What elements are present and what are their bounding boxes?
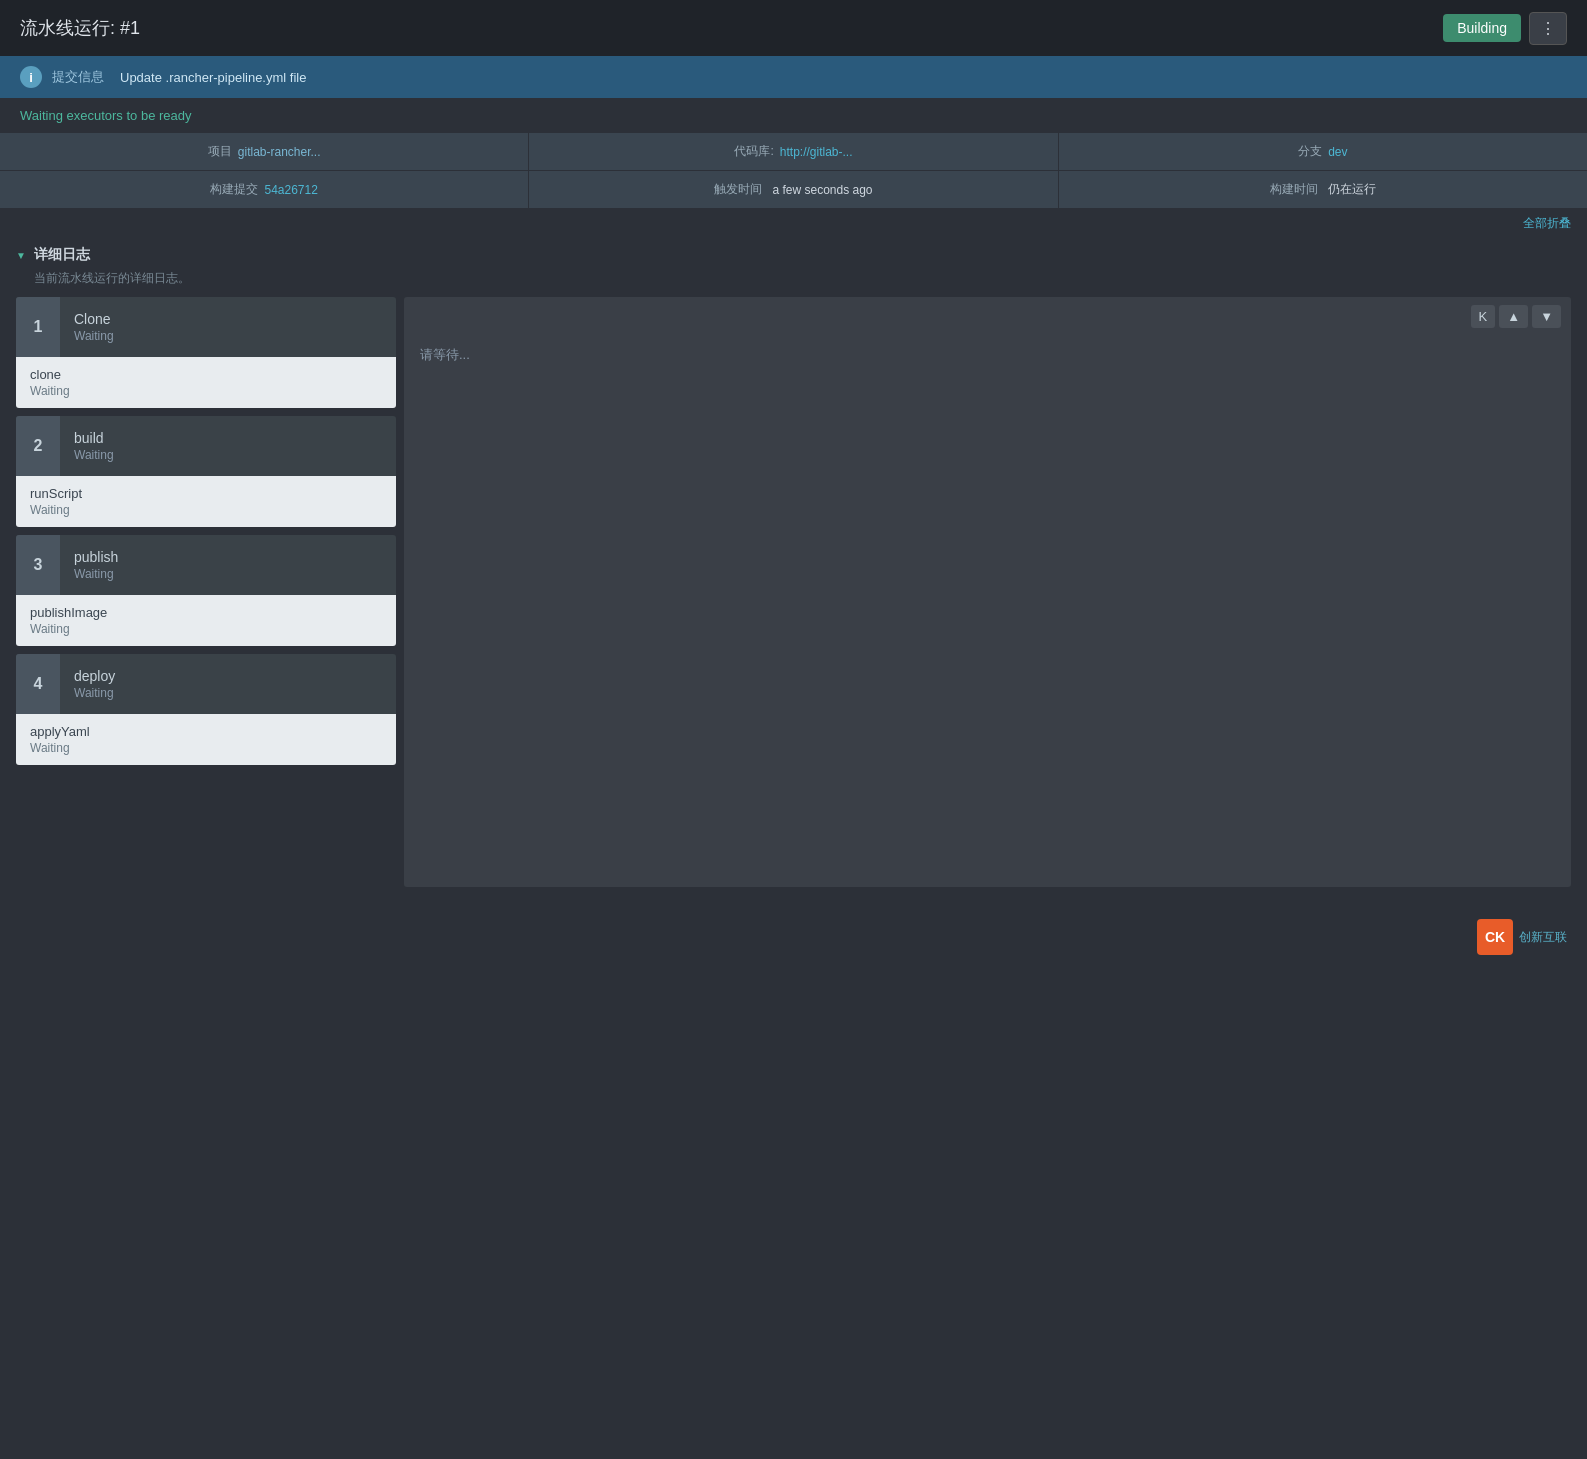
meta-build-value: 仍在运行 (1328, 181, 1376, 198)
meta-repo-label: 代码库: (734, 143, 773, 160)
detail-section: ▼ 详细日志 当前流水线运行的详细日志。 (0, 238, 1587, 297)
stage-name-1: Clone (74, 311, 382, 327)
stage-status-2: Waiting (74, 448, 382, 462)
stage-number-1: 1 (16, 297, 60, 357)
stage-info-2: build Waiting (60, 416, 396, 476)
collapse-bar: 全部折叠 (0, 209, 1587, 238)
log-waiting-text: 请等待... (420, 347, 470, 362)
stage-info-1: Clone Waiting (60, 297, 396, 357)
log-toolbar: K ▲ ▼ (404, 297, 1571, 336)
main-content: 1 Clone Waiting clone Waiting 2 build Wa… (0, 297, 1587, 903)
meta-trigger-label: 触发时间 (714, 181, 762, 198)
meta-build-time: 构建时间 仍在运行 (1059, 171, 1587, 208)
stage-info-4: deploy Waiting (60, 654, 396, 714)
sub-step-name-1: clone (30, 367, 382, 382)
brand-icon: CK (1477, 919, 1513, 955)
more-button[interactable]: ⋮ (1529, 12, 1567, 45)
footer-brand: CK 创新互联 (0, 903, 1587, 971)
log-content: 请等待... (404, 336, 1571, 887)
stage-group-4: 4 deploy Waiting applyYaml Waiting (16, 654, 396, 769)
detail-subtitle: 当前流水线运行的详细日志。 (16, 268, 1571, 297)
waiting-executors-text: Waiting executors to be ready (0, 98, 1587, 133)
stage-name-4: deploy (74, 668, 382, 684)
meta-project-value: gitlab-rancher... (238, 145, 321, 159)
meta-build-label: 构建时间 (1270, 181, 1318, 198)
stage-number-4: 4 (16, 654, 60, 714)
meta-row-2: 构建提交 54a26712 触发时间 a few seconds ago 构建时… (0, 171, 1587, 209)
stage-status-4: Waiting (74, 686, 382, 700)
meta-project-label: 项目 (208, 143, 232, 160)
sub-step-2[interactable]: runScript Waiting (16, 476, 396, 527)
sub-step-status-4: Waiting (30, 741, 382, 755)
sub-step-name-3: publishImage (30, 605, 382, 620)
sub-step-4[interactable]: applyYaml Waiting (16, 714, 396, 765)
page-title: 流水线运行: #1 (20, 16, 140, 40)
sub-step-3[interactable]: publishImage Waiting (16, 595, 396, 646)
stage-header-4[interactable]: 4 deploy Waiting (16, 654, 396, 714)
info-bar: i 提交信息 Update .rancher-pipeline.yml file (0, 56, 1587, 98)
stage-list: 1 Clone Waiting clone Waiting 2 build Wa… (16, 297, 396, 887)
sub-step-1[interactable]: clone Waiting (16, 357, 396, 408)
stage-status-3: Waiting (74, 567, 382, 581)
detail-header: ▼ 详细日志 (16, 238, 1571, 268)
stage-number-2: 2 (16, 416, 60, 476)
sub-step-name-4: applyYaml (30, 724, 382, 739)
meta-trigger-time: 触发时间 a few seconds ago (529, 171, 1058, 208)
detail-arrow-icon: ▼ (16, 250, 26, 261)
detail-title: 详细日志 (34, 246, 90, 264)
info-label: 提交信息 (52, 68, 104, 86)
stage-name-2: build (74, 430, 382, 446)
stage-group-1: 1 Clone Waiting clone Waiting (16, 297, 396, 412)
sub-step-name-2: runScript (30, 486, 382, 501)
header-actions: Building ⋮ (1443, 12, 1567, 45)
collapse-link[interactable]: 全部折叠 (1523, 215, 1571, 232)
meta-repo: 代码库: http://gitlab-... (529, 133, 1058, 170)
stage-status-1: Waiting (74, 329, 382, 343)
meta-row-1: 项目 gitlab-rancher... 代码库: http://gitlab-… (0, 133, 1587, 171)
log-down-button[interactable]: ▼ (1532, 305, 1561, 328)
info-message: Update .rancher-pipeline.yml file (120, 70, 306, 85)
top-header: 流水线运行: #1 Building ⋮ (0, 0, 1587, 56)
log-panel: K ▲ ▼ 请等待... (404, 297, 1571, 887)
meta-branch: 分支 dev (1059, 133, 1587, 170)
meta-commit: 构建提交 54a26712 (0, 171, 529, 208)
building-badge: Building (1443, 14, 1521, 42)
info-icon: i (20, 66, 42, 88)
meta-commit-label: 构建提交 (210, 181, 258, 198)
sub-step-status-1: Waiting (30, 384, 382, 398)
stage-number-3: 3 (16, 535, 60, 595)
log-first-button[interactable]: K (1471, 305, 1496, 328)
meta-project: 项目 gitlab-rancher... (0, 133, 529, 170)
meta-repo-value: http://gitlab-... (780, 145, 853, 159)
stage-header-3[interactable]: 3 publish Waiting (16, 535, 396, 595)
stage-info-3: publish Waiting (60, 535, 396, 595)
stage-group-2: 2 build Waiting runScript Waiting (16, 416, 396, 531)
meta-branch-value: dev (1328, 145, 1347, 159)
meta-branch-label: 分支 (1298, 143, 1322, 160)
stage-header-1[interactable]: 1 Clone Waiting (16, 297, 396, 357)
meta-commit-value[interactable]: 54a26712 (264, 183, 317, 197)
brand-text: 创新互联 (1519, 929, 1567, 946)
sub-step-status-3: Waiting (30, 622, 382, 636)
stage-header-2[interactable]: 2 build Waiting (16, 416, 396, 476)
log-up-button[interactable]: ▲ (1499, 305, 1528, 328)
stage-group-3: 3 publish Waiting publishImage Waiting (16, 535, 396, 650)
stage-name-3: publish (74, 549, 382, 565)
sub-step-status-2: Waiting (30, 503, 382, 517)
meta-trigger-value: a few seconds ago (772, 183, 872, 197)
